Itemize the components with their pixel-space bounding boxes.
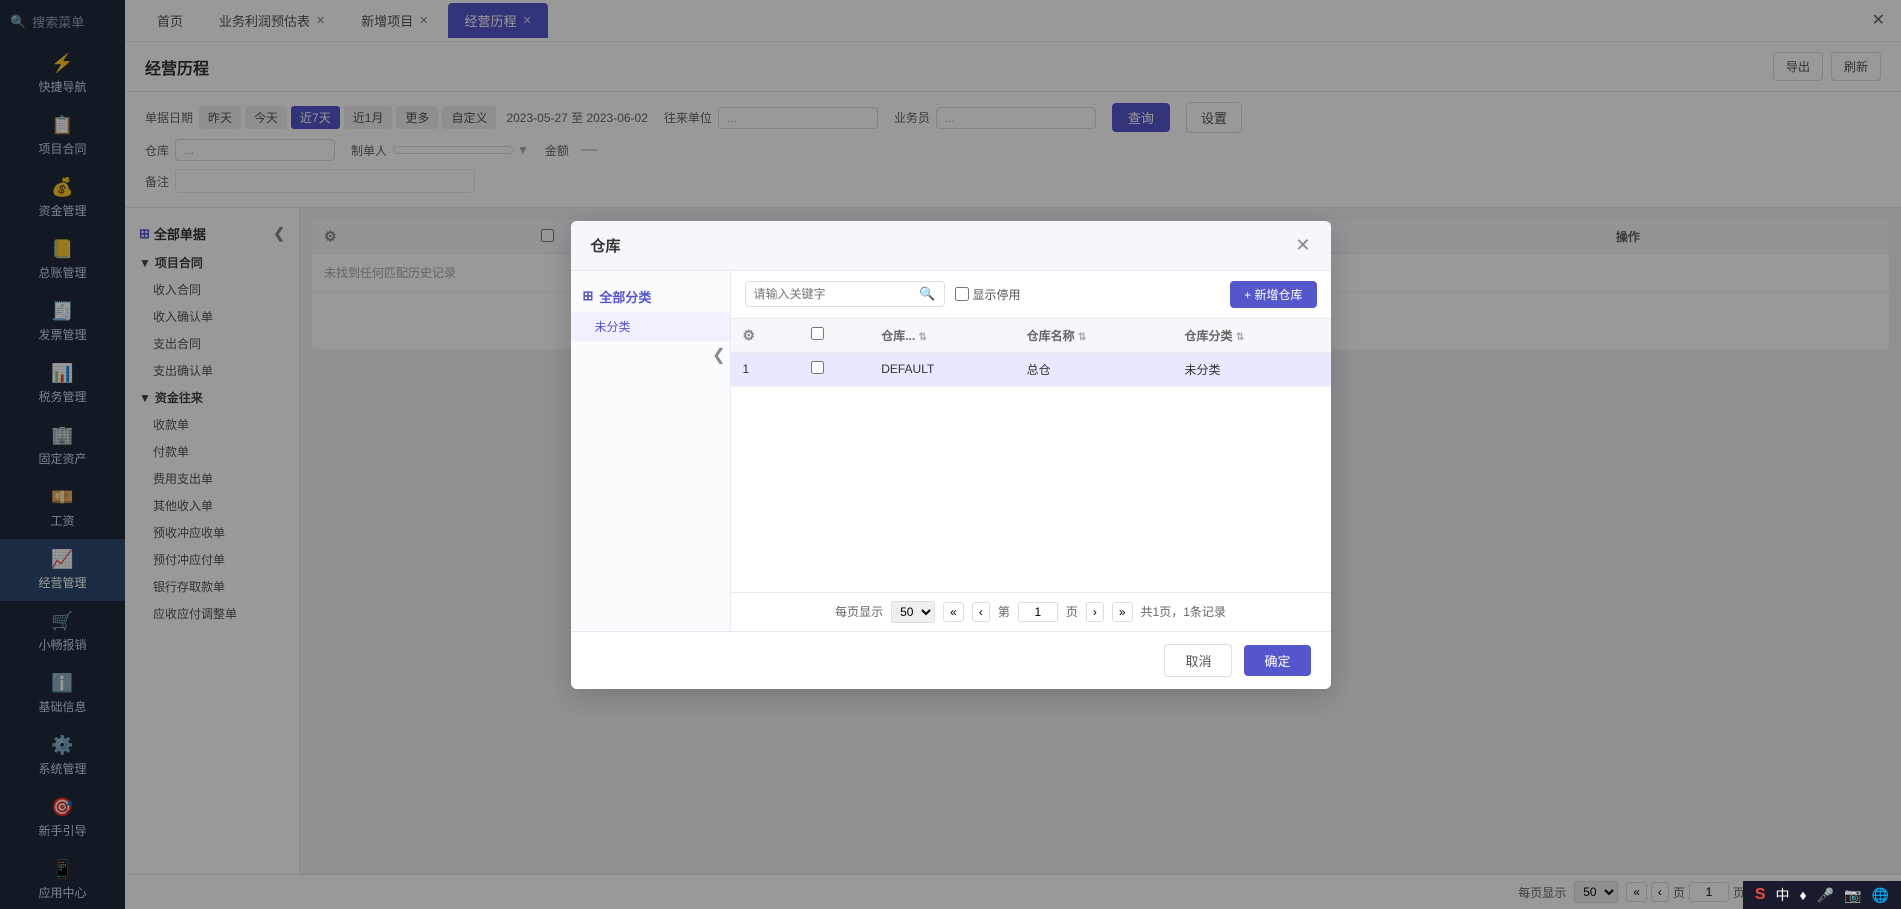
modal-per-page-label: 每页显示: [835, 603, 883, 620]
modal-next-page-button[interactable]: ›: [1086, 602, 1104, 622]
row-cell-num: 1: [731, 352, 800, 386]
modal-th-gear: ⚙: [731, 319, 800, 353]
modal-th-code: 仓库... ⇅: [869, 319, 1014, 353]
modal-all-category-label: 全部分类: [599, 287, 651, 306]
modal-title: 仓库: [591, 235, 621, 256]
modal-search-box[interactable]: 🔍: [745, 281, 945, 307]
modal-total-records: 共1页，1条记录: [1141, 603, 1226, 620]
modal-header: 仓库 ✕: [571, 221, 1331, 271]
modal-body: ⊞ 全部分类 未分类 ❮ 🔍: [571, 271, 1331, 631]
modal-th-category: 仓库分类 ⇅: [1173, 319, 1331, 353]
modal-table-wrapper: ⚙ 仓库... ⇅ 仓库名称 ⇅ 仓库分类 ⇅: [731, 319, 1331, 592]
modal-per-page-select[interactable]: 50: [891, 601, 935, 623]
modal-main: 🔍 显示停用 + 新增仓库 ⚙: [731, 271, 1331, 631]
row-cell-name: 总仓: [1015, 352, 1173, 386]
show-disabled-label: 显示停用: [973, 286, 1021, 303]
row-checkbox[interactable]: [811, 361, 824, 374]
modal-all-category[interactable]: ⊞ 全部分类: [571, 281, 730, 312]
taskbar-camera-icon[interactable]: 📷: [1844, 887, 1861, 904]
taskbar-mic-icon[interactable]: 🎤: [1817, 887, 1834, 904]
modal-page-suffix: 页: [1066, 603, 1078, 620]
show-disabled-checkbox[interactable]: [955, 287, 969, 301]
taskbar-globe-icon[interactable]: 🌐: [1872, 887, 1889, 904]
modal-sidebar: ⊞ 全部分类 未分类 ❮: [571, 271, 731, 631]
modal-warehouse-table: ⚙ 仓库... ⇅ 仓库名称 ⇅ 仓库分类 ⇅: [731, 319, 1331, 387]
modal-page-input[interactable]: [1018, 602, 1058, 622]
modal-cancel-button[interactable]: 取消: [1164, 644, 1232, 677]
sort-name-icon: ⇅: [1078, 332, 1086, 343]
modal-confirm-button[interactable]: 确定: [1244, 645, 1310, 676]
modal-actions: 取消 确定: [571, 631, 1331, 689]
row-cell-category: 未分类: [1173, 352, 1331, 386]
modal-search-icon: 🔍: [919, 286, 935, 302]
modal-th-name: 仓库名称 ⇅: [1015, 319, 1173, 353]
modal-sidebar-collapse-button[interactable]: ❮: [712, 345, 729, 365]
modal-close-button[interactable]: ✕: [1295, 235, 1310, 256]
modal-page-label: 第: [998, 603, 1010, 620]
modal-first-page-button[interactable]: «: [943, 602, 964, 622]
taskbar: S 中 ♦ 🎤 📷 🌐: [1743, 881, 1901, 909]
modal-prev-page-button[interactable]: ‹: [972, 602, 990, 622]
warehouse-modal: 仓库 ✕ ⊞ 全部分类 未分类 ❮: [571, 221, 1331, 689]
table-row[interactable]: 1 DEFAULT 总仓 未分类: [731, 352, 1331, 386]
modal-last-page-button[interactable]: »: [1112, 602, 1133, 622]
modal-category-uncategorized[interactable]: 未分类: [571, 312, 730, 341]
modal-select-all[interactable]: [811, 327, 824, 340]
grid-icon-modal: ⊞: [583, 288, 594, 304]
add-warehouse-button[interactable]: + 新增仓库: [1230, 281, 1316, 308]
modal-overlay: 仓库 ✕ ⊞ 全部分类 未分类 ❮: [0, 0, 1901, 909]
taskbar-diamond-icon[interactable]: ♦: [1800, 887, 1807, 903]
row-cell-checkbox: [799, 352, 869, 386]
modal-th-checkbox: [799, 319, 869, 353]
modal-gear-icon[interactable]: ⚙: [743, 327, 756, 343]
sort-category-icon: ⇅: [1236, 332, 1244, 343]
modal-toolbar: 🔍 显示停用 + 新增仓库: [731, 271, 1331, 319]
sort-code-icon: ⇅: [919, 332, 927, 343]
taskbar-s-icon: S: [1755, 886, 1766, 904]
modal-uncategorized-label: 未分类: [595, 320, 631, 334]
taskbar-zh-icon[interactable]: 中: [1776, 885, 1790, 905]
show-disabled-toggle[interactable]: 显示停用: [955, 286, 1021, 303]
row-cell-code: DEFAULT: [869, 352, 1014, 386]
modal-search-input[interactable]: [754, 287, 916, 301]
modal-pagination: 每页显示 50 « ‹ 第 页 › » 共1页，1条记录: [731, 592, 1331, 631]
